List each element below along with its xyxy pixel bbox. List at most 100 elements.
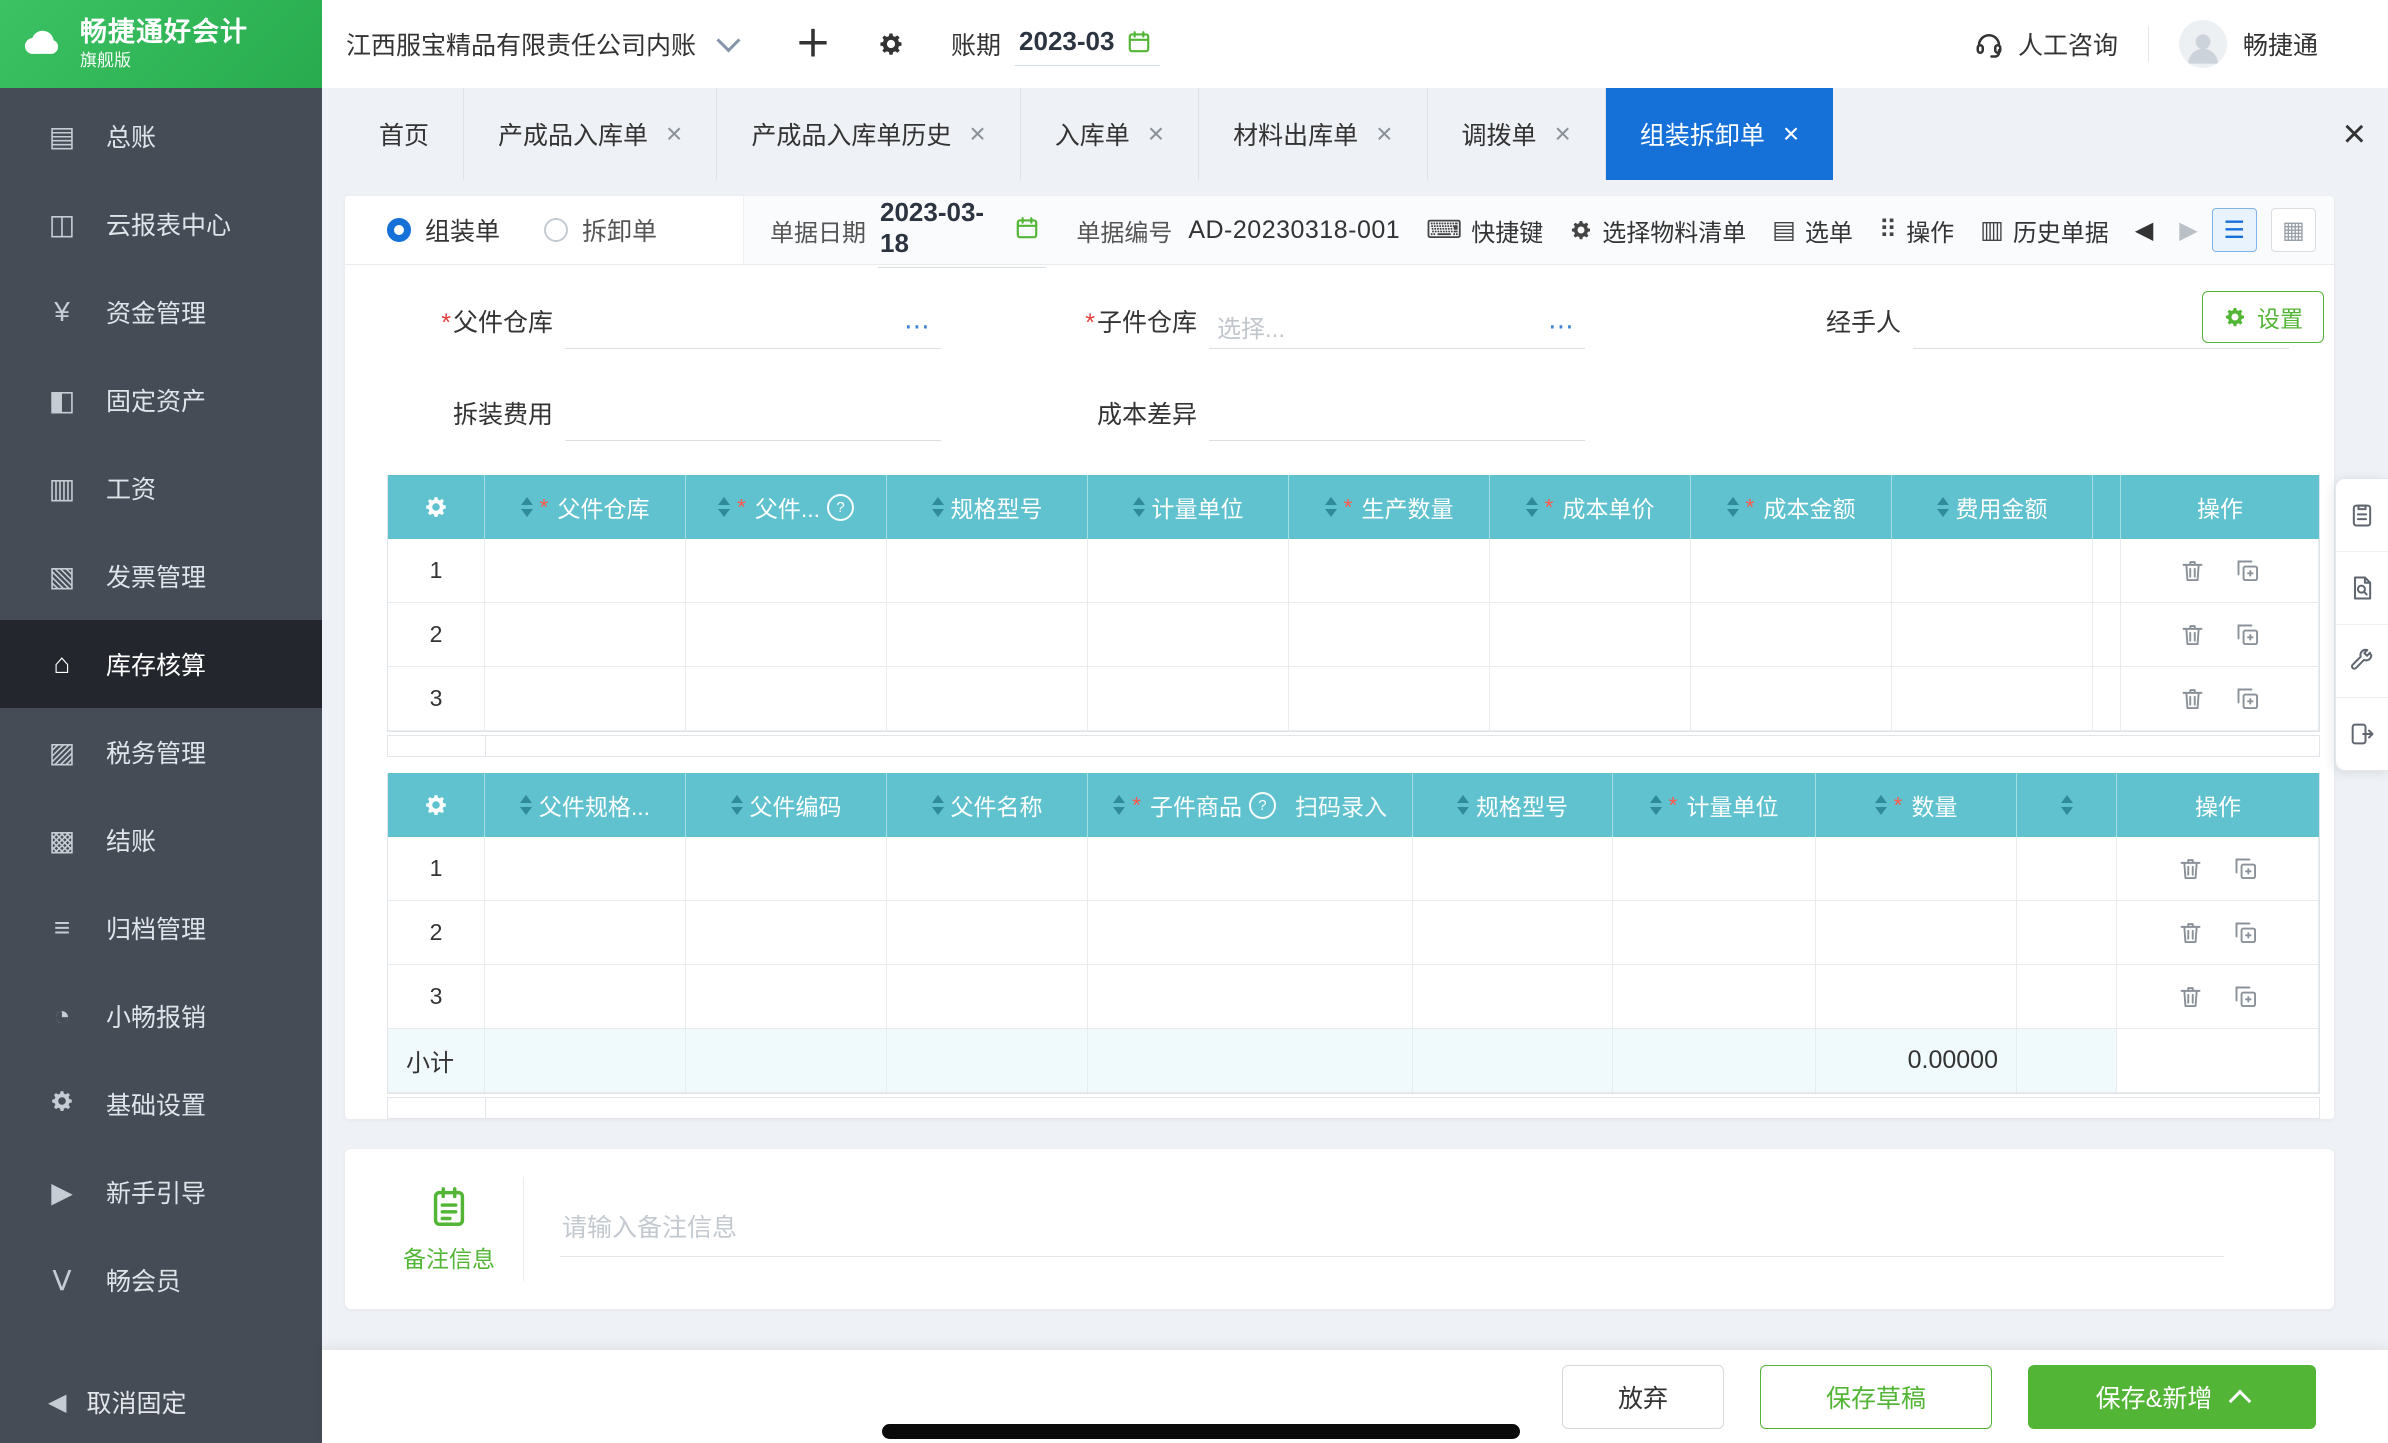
column-header[interactable]: 父件编码 [686,773,887,837]
float-tool-documents[interactable] [2336,552,2388,625]
grid-cell[interactable] [485,603,686,667]
toolbar-select-bom[interactable]: 选择物料清单 [1569,213,1746,248]
grid-cell[interactable] [1289,603,1490,667]
grid-cell[interactable] [1892,667,2093,731]
radio-assembly[interactable]: 组装单 [387,212,500,248]
child-warehouse-input[interactable]: 选择... ⋯ [1209,304,1585,349]
grid-cell[interactable] [686,667,887,731]
column-header[interactable]: * 成本金额 [1691,475,1892,539]
company-selector[interactable]: 江西服宝精品有限责任公司内账 [346,26,741,62]
copy-row-icon[interactable] [2234,557,2261,584]
grid-cell[interactable] [485,965,686,1029]
sidebar-item-closing[interactable]: ▩ 结账 [0,796,322,884]
sort-icon[interactable] [1525,497,1538,517]
sidebar-item-guide[interactable]: ▶ 新手引导 [0,1148,322,1236]
grid-cell[interactable] [686,901,887,965]
column-header[interactable]: * 生产数量 [1289,475,1490,539]
grid-cell[interactable] [485,837,686,901]
grid-cell[interactable] [1413,965,1613,1029]
grid-cell[interactable] [1613,837,1816,901]
grid-cell[interactable] [686,965,887,1029]
tab-finished-goods-inbound-history[interactable]: 产成品入库单历史 × [717,88,1021,180]
column-header[interactable]: * 父件...? [686,475,887,539]
grid-cell[interactable] [2017,965,2117,1029]
sort-icon[interactable] [519,795,532,815]
discard-button[interactable]: 放弃 [1562,1364,1724,1429]
next-doc-arrow-icon[interactable]: ▶ [2179,216,2197,245]
grid-cell[interactable] [1691,603,1892,667]
column-header[interactable]: 父件名称 [887,773,1088,837]
grid-cell[interactable] [887,837,1088,901]
sort-icon[interactable] [1457,795,1469,815]
tab-close-icon[interactable]: × [1783,120,1799,148]
delete-row-icon[interactable] [2177,919,2204,946]
grid-cell[interactable] [485,539,686,603]
copy-row-icon[interactable] [2234,621,2261,648]
grid-cell[interactable] [1088,667,1289,731]
grid-cell[interactable] [1088,837,1413,901]
sort-icon[interactable] [2060,795,2073,815]
sidebar-item-fixed-assets[interactable]: ◧ 固定资产 [0,356,322,444]
column-header[interactable]: 费用金额 [1892,475,2093,539]
toolbar-operations[interactable]: ⠿ 操作 [1879,213,1954,248]
sort-icon[interactable] [1324,497,1337,517]
grid-cell[interactable] [1490,603,1691,667]
sidebar-item-expense[interactable]: ◔ 小畅报销 [0,972,322,1060]
column-header[interactable]: 规格型号 [887,475,1088,539]
tab-inbound-order[interactable]: 入库单 × [1021,88,1200,180]
grid-cell[interactable] [1892,603,2093,667]
period-picker[interactable]: 2023-03 [1015,22,1161,66]
copy-row-icon[interactable] [2232,855,2259,882]
user-menu[interactable]: 畅捷通 [2178,20,2318,68]
tab-close-icon[interactable]: × [1555,120,1571,148]
sort-icon[interactable] [931,795,944,815]
column-header[interactable]: 规格型号 [1413,773,1613,837]
grid-cell[interactable] [1613,965,1816,1029]
toolbar-history-docs[interactable]: ▥ 历史单据 [1980,213,2109,248]
tab-home[interactable]: 首页 [345,88,465,180]
prev-doc-arrow-icon[interactable]: ◀ [2135,216,2153,245]
column-header[interactable]: 计量单位 [1088,475,1289,539]
copy-row-icon[interactable] [2234,685,2261,712]
copy-row-icon[interactable] [2232,919,2259,946]
sort-icon[interactable] [1874,795,1887,815]
doc-date-input[interactable]: 2023-03-18 [878,193,1047,268]
grid-cell[interactable] [887,901,1088,965]
grid-cell[interactable] [2093,667,2121,731]
grid-cell[interactable] [1289,539,1490,603]
float-tool-tools[interactable] [2336,625,2388,698]
delete-row-icon[interactable] [2177,983,2204,1010]
sort-icon[interactable] [1936,497,1949,517]
grid-cell[interactable] [686,539,887,603]
sort-icon[interactable] [730,795,743,815]
grid-cell[interactable] [887,667,1088,731]
tab-close-icon[interactable]: × [666,120,682,148]
grid-cell[interactable] [485,667,686,731]
tab-material-outbound[interactable]: 材料出库单 × [1199,88,1428,180]
grid-cell[interactable] [1691,539,1892,603]
gear-icon[interactable] [877,30,905,58]
help-icon[interactable]: ? [827,493,855,521]
column-header[interactable]: * 数量 [1816,773,2017,837]
grid-cell[interactable] [1413,837,1613,901]
grid-cell[interactable] [1490,539,1691,603]
grid-cell[interactable] [1816,965,2017,1029]
horizontal-scrollbar[interactable] [387,1097,2320,1119]
sidebar-item-archive[interactable]: ≡ 归档管理 [0,884,322,972]
disassembly-fee-input[interactable] [565,396,941,441]
tab-transfer-order[interactable]: 调拨单 × [1428,88,1606,180]
tab-finished-goods-inbound[interactable]: 产成品入库单 × [464,88,718,180]
remarks-input[interactable] [560,1201,2224,1257]
grid-cell[interactable] [1088,539,1289,603]
grid-cell[interactable] [1816,837,2017,901]
column-header[interactable]: 父件规格... [485,773,686,837]
copy-row-icon[interactable] [2232,983,2259,1010]
grid-cell[interactable] [2093,539,2121,603]
float-tool-notes[interactable] [2336,479,2388,552]
settings-button[interactable]: 设置 [2202,291,2324,343]
delete-row-icon[interactable] [2179,685,2206,712]
column-header[interactable]: * 计量单位 [1613,773,1816,837]
sort-icon[interactable] [931,497,944,517]
grid-cell[interactable] [1816,901,2017,965]
float-tool-export[interactable] [2336,698,2388,770]
